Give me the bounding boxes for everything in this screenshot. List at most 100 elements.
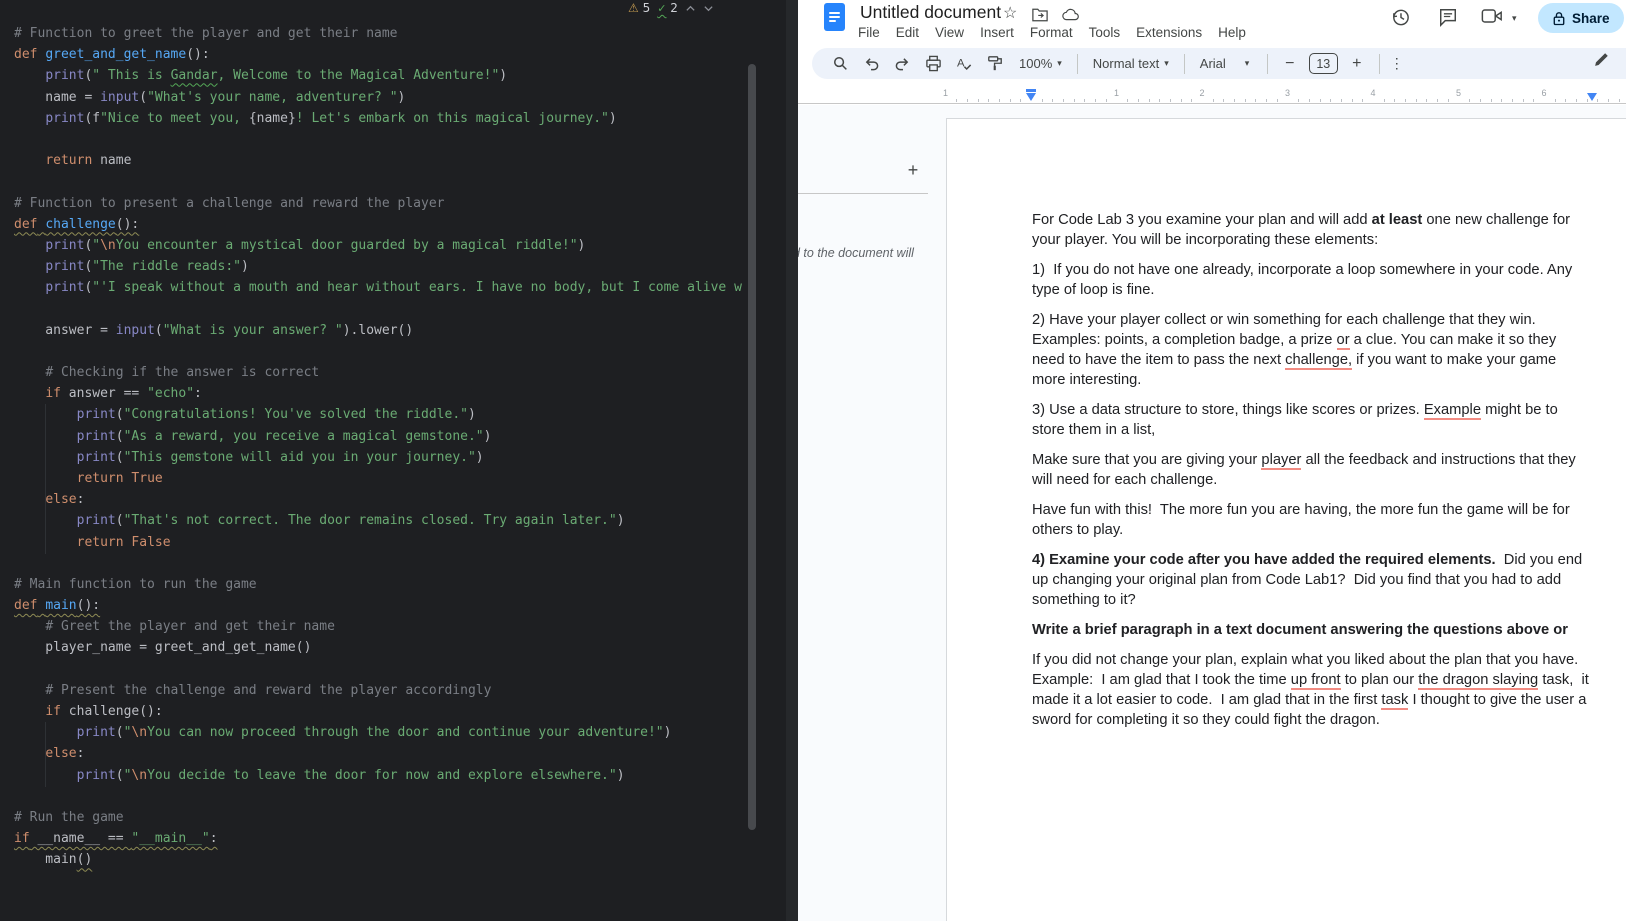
code-line: if challenge(): — [14, 701, 746, 722]
inspections-widget[interactable]: ⚠ 5 ✓ 2 — [628, 0, 714, 16]
ruler-tick — [1448, 99, 1449, 102]
ruler-tick — [1010, 99, 1011, 102]
code-line: name = input("What's your name, adventur… — [14, 87, 746, 108]
ruler-tick — [1223, 99, 1224, 102]
menu-format[interactable]: Format — [1022, 25, 1081, 40]
ruler-tick — [1416, 99, 1417, 102]
code-line — [14, 553, 746, 574]
ruler-tick — [1576, 99, 1577, 102]
left-indent-marker[interactable] — [1026, 93, 1036, 101]
menu-extensions[interactable]: Extensions — [1128, 25, 1210, 40]
ruler-tick — [1191, 99, 1192, 102]
document-page[interactable]: For Code Lab 3 you examine your plan and… — [946, 118, 1626, 921]
code-line — [14, 298, 746, 319]
menu-edit[interactable]: Edit — [888, 25, 927, 40]
code-line: # Function to present a challenge and re… — [14, 193, 746, 214]
menu-bar: FileEditViewInsertFormatToolsExtensionsH… — [850, 22, 1254, 42]
lock-icon — [1553, 11, 1565, 26]
code-line: # Run the game — [14, 807, 746, 828]
ruler-tick — [1084, 99, 1085, 102]
paint-format-icon[interactable] — [983, 52, 1007, 76]
redo-icon[interactable] — [890, 52, 914, 76]
meet-dropdown-caret-icon[interactable]: ▾ — [1512, 13, 1517, 24]
menu-view[interactable]: View — [927, 25, 972, 40]
doc-paragraph: If you did not change your plan, explain… — [1032, 650, 1591, 730]
meet-video-icon[interactable] — [1481, 7, 1503, 25]
share-label: Share — [1572, 11, 1610, 26]
code-line: print("Congratulations! You've solved th… — [14, 404, 746, 425]
document-title[interactable]: Untitled document — [860, 2, 1001, 23]
code-line: # Present the challenge and reward the p… — [14, 680, 746, 701]
doc-paragraph: Have fun with this! The more fun you are… — [1032, 500, 1591, 540]
warning-icon: ⚠ — [628, 1, 639, 15]
font-select[interactable]: Arial▾ — [1195, 56, 1257, 71]
google-docs-window: Untitled document ☆ ▾ Share FileEditView… — [798, 0, 1626, 921]
ruler-tick — [1277, 99, 1278, 102]
more-options-icon[interactable]: ⋮ — [1390, 55, 1404, 72]
code-line: print("The riddle reads:") — [14, 256, 746, 277]
doc-paragraph: 2) Have your player collect or win somet… — [1032, 310, 1591, 390]
ruler-tick — [1138, 99, 1139, 102]
editing-mode-pencil-icon[interactable] — [1592, 51, 1610, 69]
zoom-select[interactable]: 100%▾ — [1014, 56, 1067, 71]
prev-problem-chevron-icon[interactable] — [685, 3, 696, 14]
ruler[interactable]: 1123456 — [798, 84, 1626, 104]
ruler-tick — [1437, 99, 1438, 102]
move-folder-icon[interactable] — [1032, 8, 1048, 22]
ruler-tick — [1320, 99, 1321, 102]
code-line: print("That's not correct. The door rema… — [14, 510, 746, 531]
code-line: print("This gemstone will aid you in you… — [14, 447, 746, 468]
cloud-status-icon[interactable] — [1062, 8, 1079, 21]
first-line-indent-marker[interactable] — [1026, 89, 1036, 92]
menu-insert[interactable]: Insert — [972, 25, 1022, 40]
decrease-font-size-button[interactable]: − — [1278, 52, 1302, 76]
menu-tools[interactable]: Tools — [1081, 25, 1129, 40]
paragraph-style-select[interactable]: Normal text▾ — [1088, 56, 1174, 71]
document-canvas: + d to the document will For Code Lab 3 … — [798, 105, 1626, 921]
code-line: def main(): — [14, 595, 746, 616]
ruler-tick — [1095, 99, 1096, 102]
ruler-tick — [1127, 99, 1128, 102]
ruler-tick — [1266, 99, 1267, 102]
search-icon[interactable] — [828, 52, 852, 76]
ruler-tick — [978, 99, 979, 102]
code-line: # Greet the player and get their name — [14, 616, 746, 637]
ruler-tick — [1234, 99, 1235, 102]
add-tab-button[interactable]: + — [904, 160, 922, 180]
code-line: # Function to greet the player and get t… — [14, 23, 746, 44]
google-docs-icon[interactable] — [824, 3, 845, 31]
code-line: print(f"Nice to meet you, {name}! Let's … — [14, 108, 746, 129]
ruler-tick — [1063, 99, 1064, 102]
code-line — [14, 659, 746, 680]
version-history-icon[interactable] — [1390, 7, 1411, 28]
print-icon[interactable] — [921, 52, 945, 76]
spellcheck-icon[interactable]: A — [952, 52, 976, 76]
ruler-tick — [1042, 99, 1043, 102]
ruler-tick — [1106, 99, 1107, 102]
chevron-down-icon: ▾ — [1164, 58, 1169, 69]
font-size-input[interactable]: 13 — [1309, 53, 1338, 74]
share-button[interactable]: Share — [1538, 3, 1624, 33]
star-icon[interactable]: ☆ — [1003, 5, 1017, 23]
menu-file[interactable]: File — [850, 25, 888, 40]
right-indent-marker[interactable] — [1587, 93, 1597, 101]
next-problem-chevron-icon[interactable] — [703, 3, 714, 14]
code-line: return True — [14, 468, 746, 489]
menu-help[interactable]: Help — [1210, 25, 1254, 40]
svg-text:A: A — [956, 57, 964, 69]
code-line — [14, 341, 746, 362]
comments-icon[interactable] — [1438, 7, 1458, 27]
ruler-tick — [1362, 99, 1363, 102]
doc-paragraph: For Code Lab 3 you examine your plan and… — [1032, 210, 1591, 250]
ruler-number: 1 — [943, 88, 948, 98]
increase-font-size-button[interactable]: + — [1345, 52, 1369, 76]
ruler-tick — [999, 99, 1000, 102]
code-editor-pane[interactable]: # Function to greet the player and get t… — [0, 0, 798, 921]
code-area[interactable]: # Function to greet the player and get t… — [14, 23, 746, 903]
ruler-tick — [1213, 99, 1214, 102]
code-line: return False — [14, 532, 746, 553]
editor-scrollbar[interactable] — [748, 64, 756, 830]
code-line: return name — [14, 150, 746, 171]
undo-icon[interactable] — [859, 52, 883, 76]
ruler-tick — [1255, 99, 1256, 102]
